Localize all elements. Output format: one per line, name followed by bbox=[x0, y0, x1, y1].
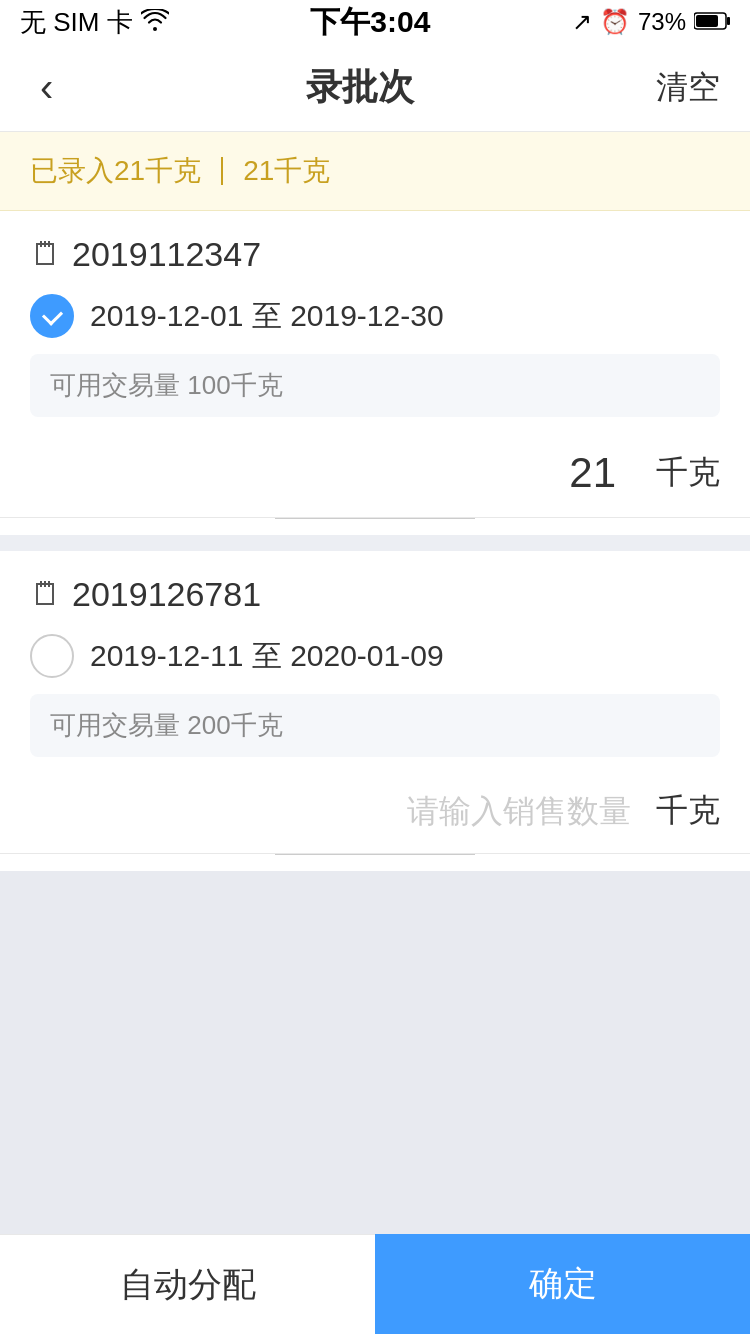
confirm-button[interactable]: 确定 bbox=[375, 1234, 750, 1334]
batch-id-2: 2019126781 bbox=[72, 575, 261, 614]
quantity-unit-2: 千克 bbox=[656, 789, 720, 833]
status-left: 无 SIM 卡 bbox=[20, 5, 169, 40]
batch-available-2: 可用交易量 200千克 bbox=[30, 694, 720, 757]
nav-bar: ‹ 录批次 清空 bbox=[0, 44, 750, 132]
batch-radio-2[interactable] bbox=[30, 634, 74, 678]
clear-button[interactable]: 清空 bbox=[656, 66, 720, 110]
bottom-bar: 自动分配 确定 bbox=[0, 1234, 750, 1334]
battery-text: 73% bbox=[638, 8, 686, 36]
batch-radio-1[interactable] bbox=[30, 294, 74, 338]
batch-icon-2: 🗒 bbox=[30, 576, 62, 613]
quantity-input-2[interactable] bbox=[346, 793, 646, 830]
alarm-icon: ⏰ bbox=[600, 8, 630, 36]
bottom-spacer bbox=[0, 871, 750, 1251]
batch-date-row-1: 2019-12-01 至 2019-12-30 bbox=[0, 284, 750, 348]
batch-id-1: 2019112347 bbox=[72, 235, 261, 274]
svg-rect-2 bbox=[696, 15, 718, 27]
location-icon: ↗ bbox=[572, 8, 592, 36]
svg-rect-1 bbox=[727, 17, 730, 25]
batch-item-1: 🗒 2019112347 2019-12-01 至 2019-12-30 可用交… bbox=[0, 211, 750, 535]
auto-distribute-button[interactable]: 自动分配 bbox=[0, 1234, 375, 1334]
batch-header-1: 🗒 2019112347 bbox=[0, 211, 750, 284]
wifi-icon bbox=[141, 7, 169, 38]
quantity-underline-1 bbox=[275, 518, 475, 519]
batch-icon-1: 🗒 bbox=[30, 236, 62, 273]
summary-divider bbox=[221, 157, 223, 185]
quantity-value-1: 21 bbox=[569, 449, 616, 497]
back-button[interactable]: ‹ bbox=[30, 55, 63, 120]
quantity-unit-1: 千克 bbox=[656, 451, 720, 495]
batch-date-2: 2019-12-11 至 2020-01-09 bbox=[90, 636, 444, 677]
quantity-underline-2 bbox=[275, 854, 475, 855]
battery-icon bbox=[694, 8, 730, 36]
batch-header-2: 🗒 2019126781 bbox=[0, 551, 750, 624]
quantity-input-row-2: 千克 bbox=[0, 773, 750, 854]
status-bar: 无 SIM 卡 下午3:04 ↗ ⏰ 73% bbox=[0, 0, 750, 44]
batch-available-1: 可用交易量 100千克 bbox=[30, 354, 720, 417]
quantity-row-1: 21 千克 bbox=[0, 433, 750, 518]
section-separator bbox=[0, 535, 750, 551]
batch-date-1: 2019-12-01 至 2019-12-30 bbox=[90, 296, 444, 337]
batch-date-row-2: 2019-12-11 至 2020-01-09 bbox=[0, 624, 750, 688]
summary-value: 21千克 bbox=[243, 152, 330, 190]
no-sim-text: 无 SIM 卡 bbox=[20, 5, 133, 40]
page-title: 录批次 bbox=[306, 63, 414, 112]
summary-recorded-label: 已录入21千克 bbox=[30, 152, 201, 190]
batch-item-2: 🗒 2019126781 2019-12-11 至 2020-01-09 可用交… bbox=[0, 551, 750, 871]
status-time: 下午3:04 bbox=[310, 2, 430, 43]
status-right: ↗ ⏰ 73% bbox=[572, 8, 730, 36]
summary-bar: 已录入21千克 21千克 bbox=[0, 132, 750, 211]
